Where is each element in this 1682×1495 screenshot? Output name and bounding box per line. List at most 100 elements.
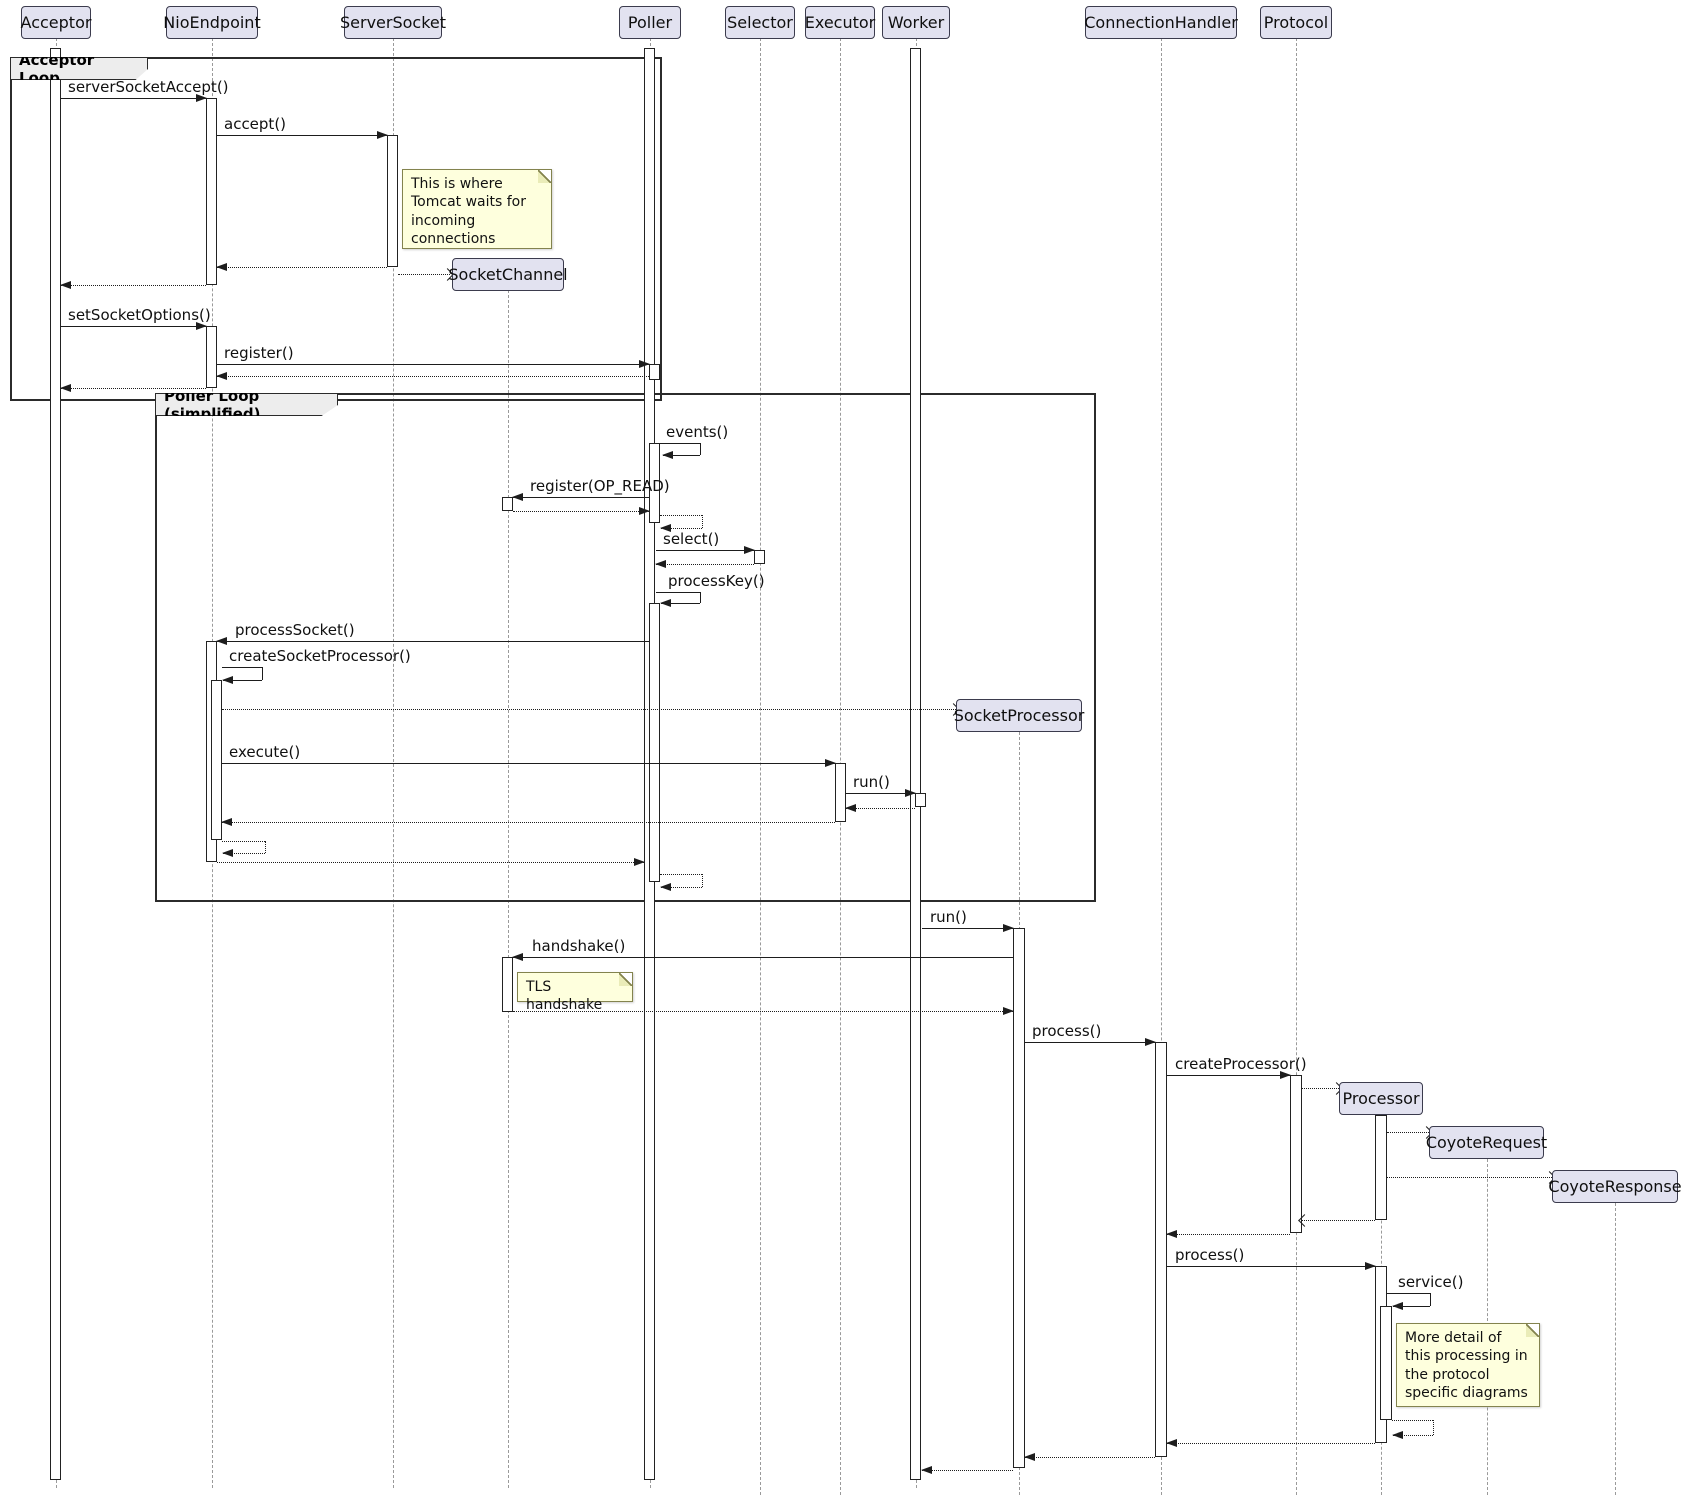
arrow-processor-selfreturn-back (1393, 1435, 1433, 1436)
arrow-process1 (1025, 1042, 1155, 1043)
arrowhead-icon (222, 676, 233, 684)
participant-executor: Executor (805, 6, 875, 39)
note-fold-icon (1526, 1324, 1539, 1337)
activation-serversocket-accept (387, 135, 398, 267)
arrow-execute (222, 763, 835, 764)
arrow-createsocketprocessor-vert (262, 667, 263, 680)
message-label-setsocketoptions: setSocketOptions() (68, 306, 211, 324)
arrow-return-createprocessor (1167, 1234, 1290, 1235)
message-label-run2: run() (930, 908, 967, 926)
arrow-handshake (513, 957, 1013, 958)
arrowhead-icon (1145, 1038, 1156, 1046)
arrow-return-run2 (922, 1470, 1013, 1471)
arrowhead-icon (60, 281, 71, 289)
participant-selector: Selector (725, 6, 795, 39)
arrow-events-out (656, 443, 700, 444)
activation-processor-service (1380, 1306, 1392, 1420)
arrow-processor-selfreturn-vert (1433, 1420, 1434, 1435)
arrow-nioendpoint-selfreturn-vert (265, 841, 266, 853)
message-label-handshake: handshake() (532, 937, 625, 955)
activation-executor-execute (835, 763, 846, 822)
participant-coyoterequest: CoyoteRequest (1429, 1126, 1544, 1159)
message-label-execute: execute() (229, 743, 300, 761)
arrow-setsocketoptions (61, 326, 206, 327)
participant-connectionhandler: ConnectionHandler (1085, 6, 1237, 39)
message-label-run1: run() (853, 773, 890, 791)
activation-poller-register (649, 364, 660, 380)
arrow-create-processor (1302, 1088, 1339, 1089)
sequence-diagram: Acceptor Loop Poller Loop (simplified) s… (0, 0, 1682, 1495)
arrowhead-icon (1365, 1262, 1376, 1270)
activation-nioendpoint-accept (206, 98, 217, 285)
activation-socketprocessor-run (1013, 928, 1025, 1468)
arrow-serversocketaccept (61, 98, 206, 99)
participant-processor: Processor (1339, 1082, 1423, 1115)
message-label-createsocketprocessor: createSocketProcessor() (229, 647, 411, 665)
participant-socketprocessor: SocketProcessor (956, 699, 1082, 732)
message-label-select: select() (663, 530, 719, 548)
arrow-create-socketprocessor (222, 709, 956, 710)
arrow-return-register (217, 376, 649, 377)
activation-protocol-createprocessor (1290, 1075, 1302, 1233)
arrowhead-icon (921, 1466, 932, 1474)
participant-nioendpoint: NioEndpoint (166, 6, 258, 39)
activation-nioendpoint-createsocketprocessor (211, 680, 222, 840)
arrowhead-icon (639, 360, 650, 368)
message-label-createprocessor: createProcessor() (1175, 1055, 1307, 1073)
arrowhead-icon (1166, 1230, 1177, 1238)
arrowhead-icon (639, 507, 650, 515)
fragment-acceptor-loop (10, 57, 662, 401)
activation-socketchannel-handshake (502, 957, 513, 1012)
message-label-service: service() (1398, 1273, 1463, 1291)
arrow-processkey-vert (700, 592, 701, 603)
arrow-createsocketprocessor-back (223, 680, 262, 681)
participant-acceptor: Acceptor (21, 6, 91, 39)
arrowhead-icon (1392, 1431, 1403, 1439)
participant-serversocket: ServerSocket (344, 6, 442, 39)
activation-processor-create (1375, 1115, 1387, 1220)
arrow-nioendpoint-selfreturn-out (222, 841, 265, 842)
arrowhead-icon (905, 789, 916, 797)
lifeline-protocol (1296, 38, 1297, 1495)
arrowhead-icon (660, 599, 671, 607)
message-label-processkey: processKey() (668, 572, 765, 590)
arrow-create-coyoteresponse (1387, 1177, 1552, 1178)
arrowhead-icon (1024, 1453, 1035, 1461)
participant-protocol: Protocol (1260, 6, 1332, 39)
arrow-return-select (656, 564, 754, 565)
arrowhead-icon (216, 263, 227, 271)
arrowhead-icon (634, 858, 645, 866)
arrowhead-icon (60, 384, 71, 392)
arrow-return-process1 (1025, 1457, 1155, 1458)
activation-connectionhandler-process (1155, 1042, 1167, 1457)
arrow-createprocessor (1167, 1075, 1290, 1076)
arrowhead-icon (660, 883, 671, 891)
arrowhead-icon (845, 804, 856, 812)
arrow-service-out (1387, 1293, 1430, 1294)
arrow-nioendpoint-selfreturn-back (223, 853, 265, 854)
arrow-return-setsocketoptions (61, 388, 206, 389)
arrowhead-icon (1003, 924, 1014, 932)
message-label-processsocket: processSocket() (235, 621, 355, 639)
arrow-createsocketprocessor-out (222, 667, 262, 668)
arrowhead-icon (512, 493, 523, 501)
arrow-return-processor-protocol (1302, 1220, 1375, 1221)
fragment-poller-loop-label: Poller Loop (simplified) (155, 393, 338, 416)
note-tls-handshake: TLS handshake (517, 972, 633, 1002)
arrow-return-accept (217, 267, 387, 268)
arrowhead-icon (216, 637, 227, 645)
arrow-processor-selfreturn-out (1392, 1420, 1433, 1421)
arrowhead-icon (1003, 1007, 1014, 1015)
arrow-register (217, 364, 649, 365)
activation-selector-select (754, 550, 765, 564)
arrow-accept (217, 135, 387, 136)
arrow-poller-selfreturn1-vert (702, 515, 703, 528)
participant-worker: Worker (882, 6, 950, 39)
arrow-run2 (922, 928, 1013, 929)
message-label-register: register() (224, 344, 294, 362)
message-label-events: events() (666, 423, 728, 441)
arrow-service-vert (1430, 1293, 1431, 1306)
note-protocol-detail: More detail of this processing in the pr… (1396, 1323, 1540, 1407)
lifeline-coyoteresponse (1615, 1203, 1616, 1495)
message-label-serversocketaccept: serverSocketAccept() (68, 78, 229, 96)
